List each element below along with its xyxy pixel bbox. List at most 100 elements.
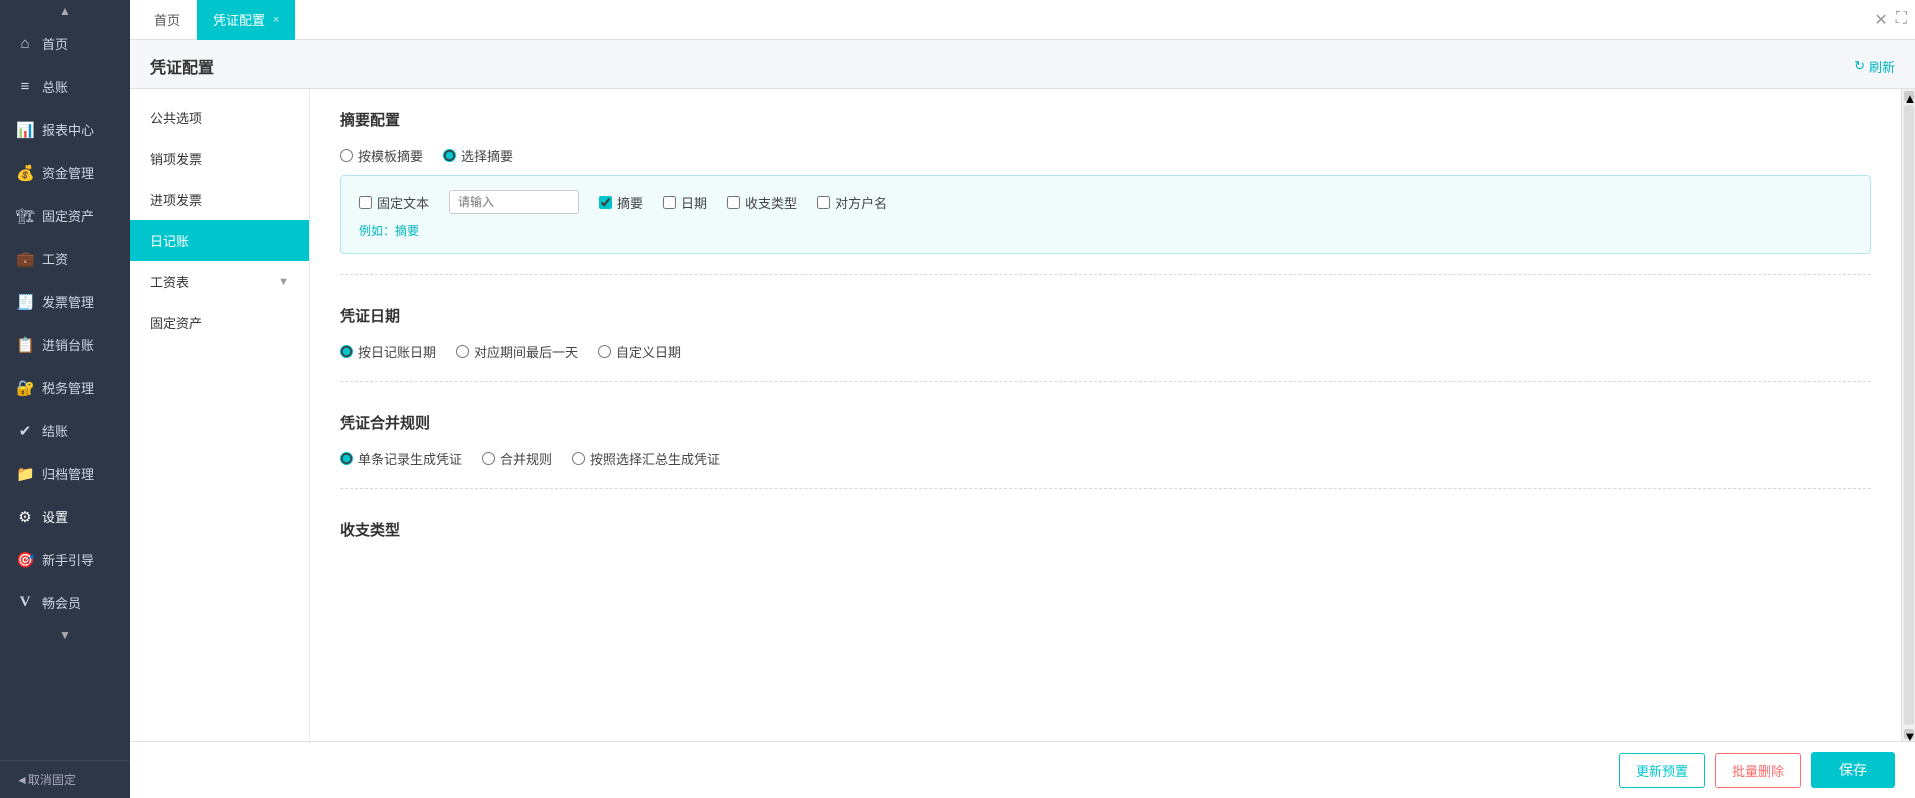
tab-voucher-config[interactable]: 凭证配置 × — [197, 0, 295, 40]
save-button[interactable]: 保存 — [1811, 752, 1895, 788]
window-expand-icon[interactable]: ⛶ — [1896, 10, 1907, 30]
by-journal-date-input[interactable] — [340, 345, 353, 358]
tab-close-icon[interactable]: × — [273, 14, 279, 26]
sidebar-item-closing[interactable]: ✔ 结账 — [0, 409, 130, 452]
checkbox-income-type[interactable]: 收支类型 — [727, 193, 797, 212]
sidebar-item-home-label: 首页 — [42, 34, 68, 53]
custom-date-label: 自定义日期 — [616, 342, 681, 361]
left-nav-fixed-assets-label: 固定资产 — [150, 313, 202, 332]
sidebar-item-ledger-label: 总账 — [42, 77, 68, 96]
fixed-text-checkbox[interactable] — [359, 196, 372, 209]
home-icon: ⌂ — [16, 35, 34, 52]
scrollbar[interactable]: ▲ ▼ — [1901, 89, 1915, 741]
sidebar-item-ledger[interactable]: ≡ 总账 — [0, 65, 130, 108]
sidebar-item-invoice-mgmt[interactable]: 🧾 发票管理 — [0, 280, 130, 323]
sidebar-unpin[interactable]: ◄取消固定 — [0, 760, 130, 798]
sidebar-item-tax[interactable]: 🔐 税务管理 — [0, 366, 130, 409]
refresh-button[interactable]: ↻ 刷新 — [1854, 57, 1895, 76]
date-checkbox[interactable] — [663, 196, 676, 209]
left-nav-public[interactable]: 公共选项 — [130, 97, 309, 138]
sidebar-item-vip[interactable]: V 畅会员 — [0, 581, 130, 624]
update-preview-button[interactable]: 更新预置 — [1619, 753, 1705, 788]
custom-date-input[interactable] — [598, 345, 611, 358]
radio-by-selection-summary[interactable]: 按照选择汇总生成凭证 — [572, 449, 720, 468]
radio-template-summary[interactable]: 按模板摘要 — [340, 146, 423, 165]
scroll-up-arrow[interactable]: ▲ — [1904, 91, 1914, 101]
sidebar-item-home[interactable]: ⌂ 首页 — [0, 22, 130, 65]
radio-select-input[interactable] — [443, 149, 456, 162]
sidebar-item-settings[interactable]: ⚙ 设置 — [0, 495, 130, 538]
sidebar-item-payroll[interactable]: 💼 工资 — [0, 237, 130, 280]
main-area: 首页 凭证配置 × ✕ ⛶ 凭证配置 ↻ 刷新 公共选项 销项发票 进 — [130, 0, 1915, 798]
right-content: 摘要配置 按模板摘要 选择摘要 固定文本 — [310, 89, 1901, 741]
scroll-thumb[interactable] — [1904, 105, 1914, 725]
fixed-text-label: 固定文本 — [377, 193, 429, 212]
sidebar-item-funds[interactable]: 💰 资金管理 — [0, 151, 130, 194]
left-nav-payroll-table[interactable]: 工资表 ▼ — [130, 261, 309, 302]
radio-merge-rules[interactable]: 合并规则 — [482, 449, 552, 468]
radio-by-period-last[interactable]: 对应期间最后一天 — [456, 342, 578, 361]
content-area: 公共选项 销项发票 进项发票 日记账 工资表 ▼ 固定资产 摘要配置 — [130, 89, 1915, 741]
sidebar-scroll-down[interactable]: ▼ — [0, 624, 130, 646]
voucher-date-title: 凭证日期 — [340, 305, 1871, 326]
income-type-section: 收支类型 — [340, 519, 1871, 576]
radio-single-record[interactable]: 单条记录生成凭证 — [340, 449, 462, 468]
radio-template-input[interactable] — [340, 149, 353, 162]
left-nav-journal[interactable]: 日记账 — [130, 220, 309, 261]
sidebar-item-guide[interactable]: 🎯 新手引导 — [0, 538, 130, 581]
sidebar-item-funds-label: 资金管理 — [42, 163, 94, 182]
summary-checkboxes-row: 固定文本 摘要 日期 收支类型 — [359, 190, 1852, 214]
left-nav-sale-invoice[interactable]: 销项发票 — [130, 138, 309, 179]
single-record-label: 单条记录生成凭证 — [358, 449, 462, 468]
tab-home[interactable]: 首页 — [138, 0, 197, 40]
archive-icon: 📁 — [16, 465, 34, 483]
chevron-down-icon: ▼ — [278, 276, 289, 288]
by-period-last-input[interactable] — [456, 345, 469, 358]
checkbox-counterparty[interactable]: 对方户名 — [817, 193, 887, 212]
by-selection-summary-input[interactable] — [572, 452, 585, 465]
batch-delete-button[interactable]: 批量删除 — [1715, 753, 1801, 788]
fixed-text-input[interactable] — [449, 190, 579, 214]
sidebar-item-assets[interactable]: 🏗 固定资产 — [0, 194, 130, 237]
checkbox-fixed-text[interactable]: 固定文本 — [359, 193, 429, 212]
left-nav-public-label: 公共选项 — [150, 108, 202, 127]
single-record-input[interactable] — [340, 452, 353, 465]
purchase-sale-icon: 📋 — [16, 336, 34, 354]
radio-select-summary[interactable]: 选择摘要 — [443, 146, 513, 165]
counterparty-checkbox[interactable] — [817, 196, 830, 209]
page-title: 凭证配置 — [150, 54, 214, 78]
summary-options-box: 固定文本 摘要 日期 收支类型 — [340, 175, 1871, 254]
sidebar-scroll-up[interactable]: ▲ — [0, 0, 130, 22]
radio-select-label: 选择摘要 — [461, 146, 513, 165]
counterparty-checkbox-label: 对方户名 — [835, 193, 887, 212]
window-close-icon[interactable]: ✕ — [1874, 10, 1887, 30]
income-type-checkbox[interactable] — [727, 196, 740, 209]
radio-custom-date[interactable]: 自定义日期 — [598, 342, 681, 361]
left-nav-sale-invoice-label: 销项发票 — [150, 149, 202, 168]
sidebar-item-reports[interactable]: 📊 报表中心 — [0, 108, 130, 151]
scroll-down-arrow[interactable]: ▼ — [1904, 729, 1914, 739]
sidebar-item-vip-label: 畅会员 — [42, 593, 81, 612]
reports-icon: 📊 — [16, 121, 34, 139]
checkbox-summary[interactable]: 摘要 — [599, 193, 643, 212]
summary-checkbox[interactable] — [599, 196, 612, 209]
sidebar-item-purchase-sale-label: 进销台账 — [42, 335, 94, 354]
sidebar-item-archive[interactable]: 📁 归档管理 — [0, 452, 130, 495]
left-nav-fixed-assets[interactable]: 固定资产 — [130, 302, 309, 343]
tax-icon: 🔐 — [16, 379, 34, 397]
date-checkbox-label: 日期 — [681, 193, 707, 212]
sidebar-item-invoice-mgmt-label: 发票管理 — [42, 292, 94, 311]
summary-config-section: 摘要配置 按模板摘要 选择摘要 固定文本 — [340, 109, 1871, 275]
sidebar-item-purchase-sale[interactable]: 📋 进销台账 — [0, 323, 130, 366]
page-header: 凭证配置 ↻ 刷新 — [130, 40, 1915, 89]
radio-by-journal-date[interactable]: 按日记账日期 — [340, 342, 436, 361]
left-nav-purchase-invoice[interactable]: 进项发票 — [130, 179, 309, 220]
left-nav-purchase-invoice-label: 进项发票 — [150, 190, 202, 209]
sidebar: ▲ ⌂ 首页 ≡ 总账 📊 报表中心 💰 资金管理 🏗 固定资产 💼 工资 🧾 … — [0, 0, 130, 798]
tab-voucher-config-label: 凭证配置 — [213, 10, 265, 29]
sidebar-item-tax-label: 税务管理 — [42, 378, 94, 397]
merge-rules-label: 合并规则 — [500, 449, 552, 468]
refresh-label: 刷新 — [1869, 57, 1895, 76]
checkbox-date[interactable]: 日期 — [663, 193, 707, 212]
merge-rules-input[interactable] — [482, 452, 495, 465]
